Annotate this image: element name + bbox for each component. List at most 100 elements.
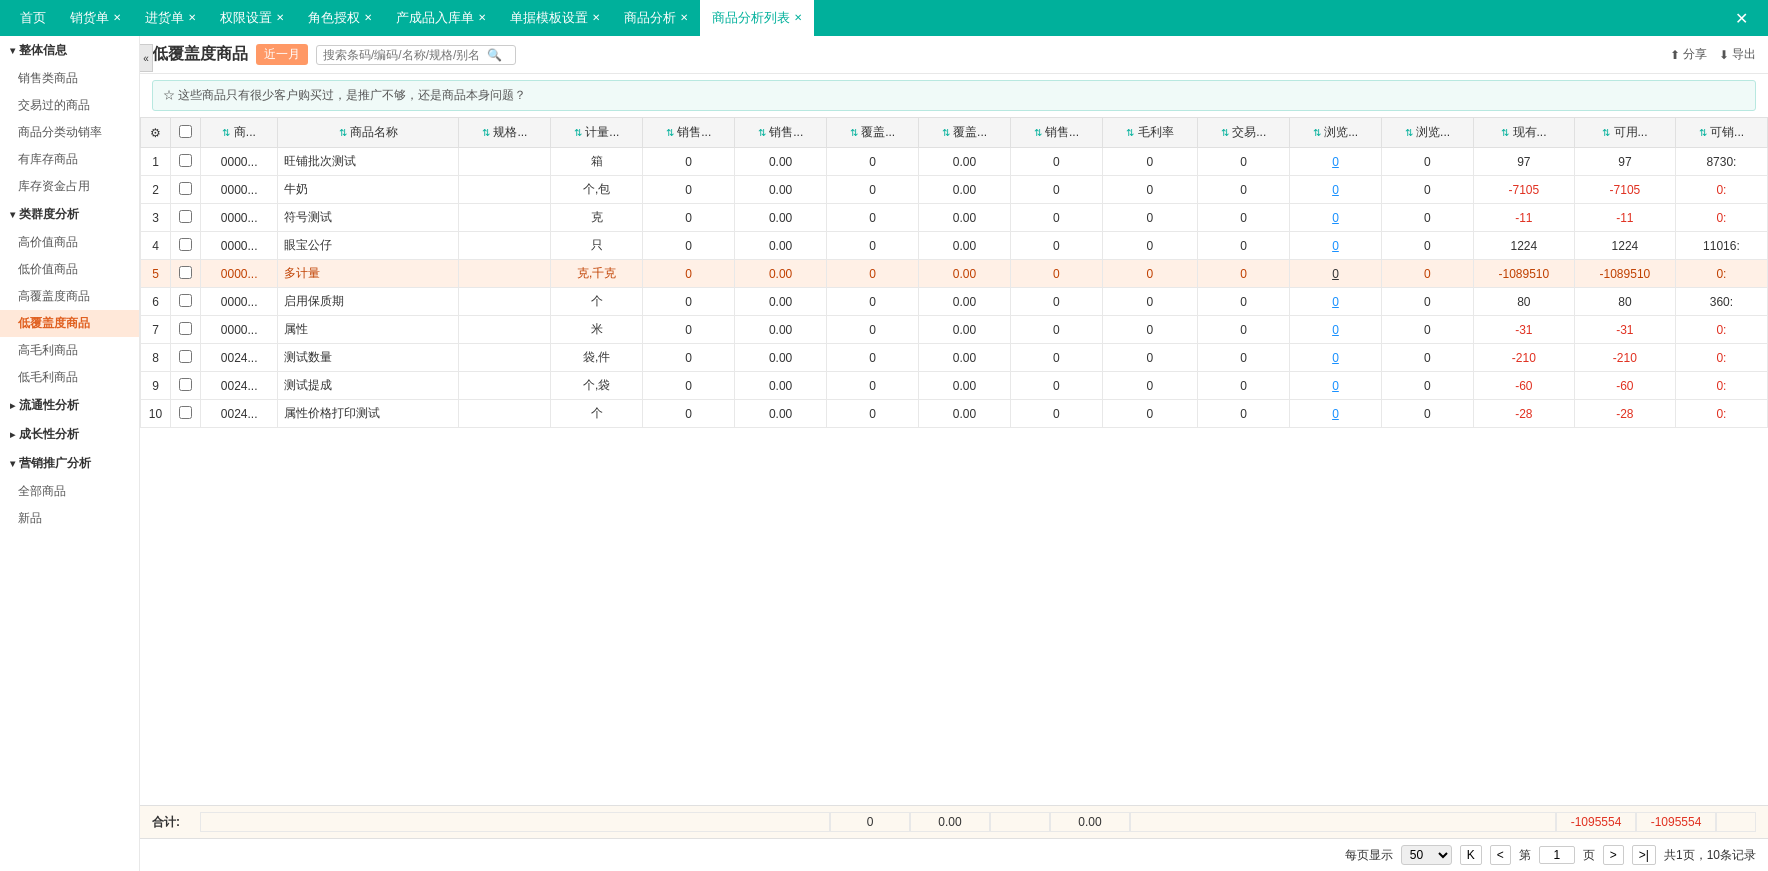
sidebar-item-high-coverage[interactable]: 高覆盖度商品 (0, 283, 139, 310)
row-checkbox-cell[interactable] (171, 176, 201, 204)
first-page-button[interactable]: K (1460, 845, 1482, 865)
page-size-select[interactable]: 50 100 200 (1401, 845, 1452, 865)
search-input[interactable] (323, 48, 483, 62)
nav-permission-settings[interactable]: 权限设置 ✕ (208, 0, 296, 36)
row-checkbox[interactable] (179, 350, 192, 363)
column-view1[interactable]: ⇅ 浏览... (1290, 118, 1382, 148)
sidebar-collapse-button[interactable]: « (140, 44, 153, 72)
row-checkbox-cell[interactable] (171, 260, 201, 288)
export-button[interactable]: ⬇ 导出 (1719, 46, 1756, 63)
row-checkbox[interactable] (179, 294, 192, 307)
row-checkbox-cell[interactable] (171, 204, 201, 232)
row-checkbox[interactable] (179, 238, 192, 251)
nav-product-analysis-list[interactable]: 商品分析列表 ✕ (700, 0, 814, 36)
column-view2[interactable]: ⇅ 浏览... (1381, 118, 1473, 148)
row-view1[interactable]: 0 (1290, 400, 1382, 428)
prev-page-button[interactable]: < (1490, 845, 1511, 865)
close-icon[interactable]: ✕ (680, 0, 688, 36)
row-view1[interactable]: 0 (1290, 372, 1382, 400)
close-icon[interactable]: ✕ (592, 0, 600, 36)
sidebar-item-low-value[interactable]: 低价值商品 (0, 256, 139, 283)
chevron-right-icon: ▸ (10, 429, 15, 440)
nav-role-auth[interactable]: 角色授权 ✕ (296, 0, 384, 36)
sidebar-item-sales-products[interactable]: 销售类商品 (0, 65, 139, 92)
close-icon[interactable]: ✕ (188, 0, 196, 36)
sidebar-item-low-margin[interactable]: 低毛利商品 (0, 364, 139, 391)
column-sellable[interactable]: ⇅ 可销... (1675, 118, 1767, 148)
page-number-input[interactable] (1539, 846, 1575, 864)
column-spec[interactable]: ⇅ 规格... (459, 118, 551, 148)
close-icon[interactable]: ✕ (113, 0, 121, 36)
product-table-container[interactable]: ⚙ ⇅ 商... ⇅ 商品名称 ⇅ 规格... (140, 117, 1768, 805)
close-all-tabs-button[interactable]: ✕ (1723, 9, 1760, 28)
column-code[interactable]: ⇅ 商... (201, 118, 278, 148)
row-checkbox-cell[interactable] (171, 400, 201, 428)
close-icon[interactable]: ✕ (794, 0, 802, 36)
row-name: 多计量 (278, 260, 459, 288)
row-checkbox[interactable] (179, 154, 192, 167)
column-cover1[interactable]: ⇅ 覆盖... (827, 118, 919, 148)
row-checkbox[interactable] (179, 210, 192, 223)
share-button[interactable]: ⬆ 分享 (1670, 46, 1707, 63)
row-checkbox[interactable] (179, 378, 192, 391)
sidebar-item-in-stock[interactable]: 有库存商品 (0, 146, 139, 173)
close-icon[interactable]: ✕ (276, 0, 284, 36)
column-gross[interactable]: ⇅ 毛利率 (1102, 118, 1197, 148)
row-view1[interactable]: 0 (1290, 344, 1382, 372)
sidebar-item-all-products[interactable]: 全部商品 (0, 478, 139, 505)
column-sales2[interactable]: ⇅ 销售... (1010, 118, 1102, 148)
row-checkbox-cell[interactable] (171, 232, 201, 260)
sidebar-item-high-margin[interactable]: 高毛利商品 (0, 337, 139, 364)
sidebar-item-low-coverage[interactable]: 低覆盖度商品 (0, 310, 139, 337)
close-icon[interactable]: ✕ (364, 0, 372, 36)
column-current-stock[interactable]: ⇅ 现有... (1473, 118, 1574, 148)
sidebar-item-stock-capital[interactable]: 库存资金占用 (0, 173, 139, 200)
nav-product-analysis[interactable]: 商品分析 ✕ (612, 0, 700, 36)
column-sales-qty[interactable]: ⇅ 销售... (643, 118, 735, 148)
column-checkbox[interactable] (171, 118, 201, 148)
row-checkbox[interactable] (179, 182, 192, 195)
row-view1[interactable]: 0 (1290, 316, 1382, 344)
row-view1[interactable]: 0 (1290, 288, 1382, 316)
row-view1[interactable]: 0 (1290, 204, 1382, 232)
row-view1[interactable]: 0 (1290, 148, 1382, 176)
sidebar-section-marketing[interactable]: ▾ 营销推广分析 (0, 449, 139, 478)
last-page-button[interactable]: >| (1632, 845, 1656, 865)
row-checkbox[interactable] (179, 406, 192, 419)
column-trade[interactable]: ⇅ 交易... (1198, 118, 1290, 148)
column-sales-amt[interactable]: ⇅ 销售... (735, 118, 827, 148)
column-unit[interactable]: ⇅ 计量... (551, 118, 643, 148)
time-filter-button[interactable]: 近一月 (256, 44, 308, 65)
sidebar-item-traded-products[interactable]: 交易过的商品 (0, 92, 139, 119)
row-checkbox-cell[interactable] (171, 344, 201, 372)
sidebar-section-overall[interactable]: ▾ 整体信息 (0, 36, 139, 65)
column-name[interactable]: ⇅ 商品名称 (278, 118, 459, 148)
sidebar-section-liquidity[interactable]: ▸ 流通性分析 (0, 391, 139, 420)
row-checkbox-cell[interactable] (171, 148, 201, 176)
row-checkbox[interactable] (179, 322, 192, 335)
column-cover2[interactable]: ⇅ 覆盖... (918, 118, 1010, 148)
row-checkbox-cell[interactable] (171, 288, 201, 316)
select-all-checkbox[interactable] (179, 125, 192, 138)
row-view1[interactable]: 0 (1290, 176, 1382, 204)
nav-sales-order[interactable]: 销货单 ✕ (58, 0, 133, 36)
row-checkbox[interactable] (179, 266, 192, 279)
row-checkbox-cell[interactable] (171, 316, 201, 344)
row-view1[interactable]: 0 (1290, 260, 1382, 288)
nav-finished-goods[interactable]: 产成品入库单 ✕ (384, 0, 498, 36)
nav-home[interactable]: 首页 (8, 0, 58, 36)
column-available[interactable]: ⇅ 可用... (1574, 118, 1675, 148)
sidebar-item-high-value[interactable]: 高价值商品 (0, 229, 139, 256)
nav-doc-template[interactable]: 单据模板设置 ✕ (498, 0, 612, 36)
column-settings[interactable]: ⚙ (141, 118, 171, 148)
nav-purchase-order[interactable]: 进货单 ✕ (133, 0, 208, 36)
sidebar-item-category-rate[interactable]: 商品分类动销率 (0, 119, 139, 146)
next-page-button[interactable]: > (1603, 845, 1624, 865)
sidebar-item-new-products[interactable]: 新品 (0, 505, 139, 532)
search-icon[interactable]: 🔍 (487, 48, 502, 62)
row-checkbox-cell[interactable] (171, 372, 201, 400)
sidebar-section-growth[interactable]: ▸ 成长性分析 (0, 420, 139, 449)
row-view1[interactable]: 0 (1290, 232, 1382, 260)
sidebar-section-cluster[interactable]: ▾ 类群度分析 (0, 200, 139, 229)
close-icon[interactable]: ✕ (478, 0, 486, 36)
